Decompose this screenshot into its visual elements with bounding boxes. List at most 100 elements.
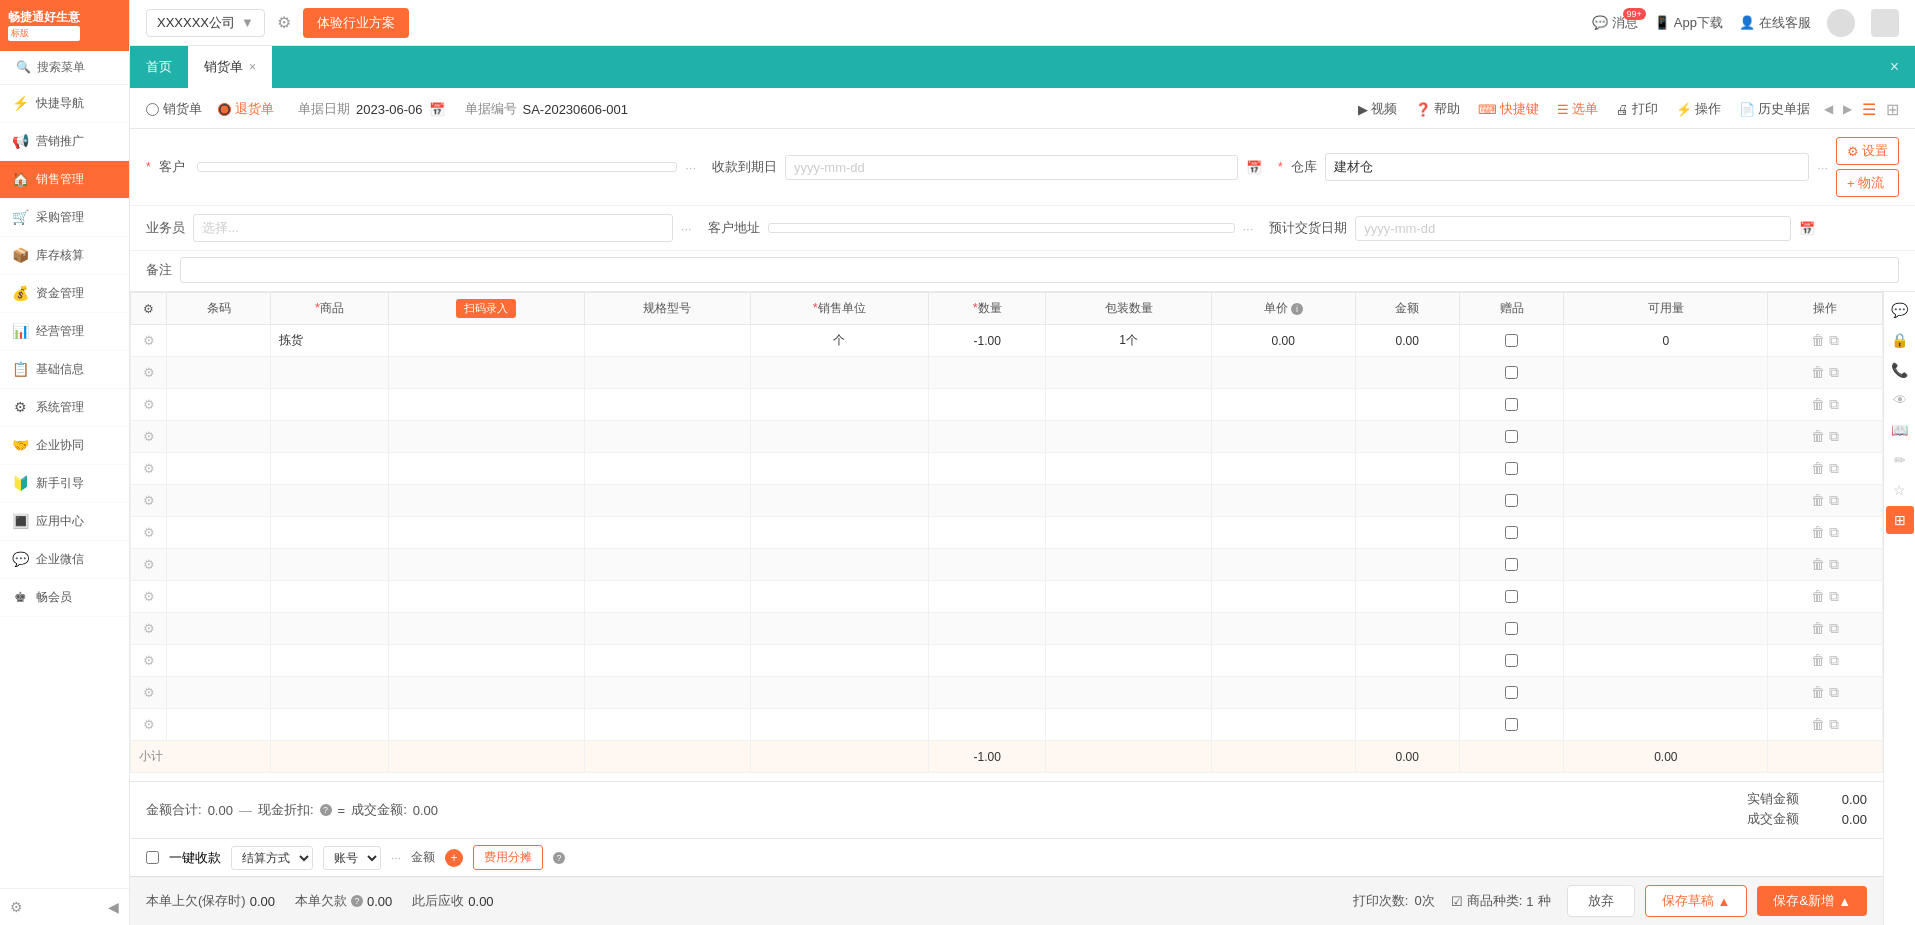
sidebar-item-basics[interactable]: 📋 基础信息 <box>0 351 129 389</box>
cell-unit[interactable] <box>750 581 929 613</box>
gift-checkbox[interactable] <box>1505 334 1518 347</box>
cell-barcode[interactable] <box>167 549 271 581</box>
gear-icon[interactable]: ⚙ <box>277 13 291 32</box>
save-new-button[interactable]: 保存&新增 ▲ <box>1757 886 1867 916</box>
cell-barcode[interactable] <box>167 645 271 677</box>
cell-gift[interactable] <box>1460 389 1564 421</box>
avatar-dropdown[interactable] <box>1871 9 1899 37</box>
cell-unit[interactable] <box>750 677 929 709</box>
toolbar-help[interactable]: ❓ 帮助 <box>1411 98 1464 120</box>
radio-return-order[interactable]: 退货单 <box>218 100 274 118</box>
expense-split-button[interactable]: 费用分摊 <box>473 845 543 870</box>
cell-product[interactable] <box>271 677 388 709</box>
cell-spec[interactable] <box>584 325 750 357</box>
copy-row-icon[interactable]: ⧉ <box>1829 428 1839 445</box>
delete-row-icon[interactable]: 🗑 <box>1811 364 1825 381</box>
cell-barcode[interactable] <box>167 677 271 709</box>
right-scan-icon[interactable]: ⊞ <box>1886 506 1914 534</box>
toolbar-print[interactable]: 🖨 打印 <box>1612 98 1662 120</box>
cell-product[interactable] <box>271 421 388 453</box>
cell-product[interactable] <box>271 549 388 581</box>
trial-button[interactable]: 体验行业方案 <box>303 8 409 38</box>
delete-row-icon[interactable]: 🗑 <box>1811 428 1825 445</box>
discount-info-icon[interactable]: ? <box>320 804 332 816</box>
copy-row-icon[interactable]: ⧉ <box>1829 556 1839 573</box>
sidebar-item-purchase-mgmt[interactable]: 🛒 采购管理 <box>0 199 129 237</box>
right-book-icon[interactable]: 📖 <box>1886 416 1914 444</box>
due-date-input[interactable]: yyyy-mm-dd <box>785 155 1238 180</box>
cell-product[interactable] <box>271 453 388 485</box>
copy-row-icon[interactable]: ⧉ <box>1829 524 1839 541</box>
warehouse-more-icon[interactable]: ··· <box>1817 160 1828 175</box>
customer-addr-input[interactable] <box>768 223 1235 233</box>
cell-gift[interactable] <box>1460 645 1564 677</box>
cell-quantity[interactable] <box>929 709 1046 741</box>
cell-barcode[interactable] <box>167 325 271 357</box>
cell-spec[interactable] <box>584 645 750 677</box>
cell-pkg-qty[interactable] <box>1046 357 1212 389</box>
cell-amount[interactable] <box>1355 453 1459 485</box>
cell-amount[interactable] <box>1355 389 1459 421</box>
delete-row-icon[interactable]: 🗑 <box>1811 684 1825 701</box>
expected-date-calendar-icon[interactable]: 📅 <box>1799 221 1815 236</box>
cell-unit-price[interactable] <box>1212 485 1356 517</box>
cell-barcode[interactable] <box>167 389 271 421</box>
cell-amount[interactable] <box>1355 677 1459 709</box>
cell-unit-price[interactable] <box>1212 613 1356 645</box>
tab-sales-order[interactable]: 销货单 × <box>188 46 272 88</box>
cell-gift[interactable] <box>1460 709 1564 741</box>
sidebar-item-sales-mgmt[interactable]: 🏠 销售管理 <box>0 161 129 199</box>
calc-method-select[interactable]: 结算方式 <box>231 846 313 870</box>
cell-quantity[interactable] <box>929 453 1046 485</box>
cell-barcode[interactable] <box>167 453 271 485</box>
copy-row-icon[interactable]: ⧉ <box>1829 492 1839 509</box>
gift-checkbox[interactable] <box>1505 494 1518 507</box>
search-menu[interactable]: 🔍 搜索菜单 <box>0 51 129 85</box>
settings-footer-icon[interactable]: ⚙ <box>10 899 23 915</box>
message-action[interactable]: 💬 消息 99+ <box>1592 14 1638 32</box>
sidebar-item-apps[interactable]: 🔳 应用中心 <box>0 503 129 541</box>
cell-pkg-qty[interactable] <box>1046 709 1212 741</box>
sidebar-item-enterprise[interactable]: 🤝 企业协同 <box>0 427 129 465</box>
add-payment-button[interactable]: + <box>445 849 463 867</box>
cell-amount[interactable] <box>1355 549 1459 581</box>
app-download-action[interactable]: 📱 App下载 <box>1654 14 1723 32</box>
expense-info-icon[interactable]: ? <box>553 852 565 864</box>
copy-row-icon[interactable]: ⧉ <box>1829 396 1839 413</box>
sidebar-item-operations[interactable]: 📊 经营管理 <box>0 313 129 351</box>
delete-row-icon[interactable]: 🗑 <box>1811 524 1825 541</box>
tab-home[interactable]: 首页 <box>130 46 188 88</box>
sidebar-item-guide[interactable]: 🔰 新手引导 <box>0 465 129 503</box>
cell-unit[interactable] <box>750 549 929 581</box>
sidebar-item-finance[interactable]: 💰 资金管理 <box>0 275 129 313</box>
gift-checkbox[interactable] <box>1505 462 1518 475</box>
toolbar-select[interactable]: ☰ 选单 <box>1553 98 1602 120</box>
cell-unit-price[interactable] <box>1212 709 1356 741</box>
cell-gift[interactable] <box>1460 421 1564 453</box>
cell-pkg-qty[interactable] <box>1046 613 1212 645</box>
gift-checkbox[interactable] <box>1505 718 1518 731</box>
cell-amount[interactable] <box>1355 709 1459 741</box>
gift-checkbox[interactable] <box>1505 526 1518 539</box>
cell-unit-price[interactable] <box>1212 453 1356 485</box>
cell-pkg-qty[interactable] <box>1046 421 1212 453</box>
cell-spec[interactable] <box>584 517 750 549</box>
cell-gift[interactable] <box>1460 517 1564 549</box>
cell-product[interactable]: 拣货 <box>271 325 388 357</box>
cell-gift[interactable] <box>1460 485 1564 517</box>
cell-product[interactable] <box>271 709 388 741</box>
salesperson-input[interactable]: 选择... <box>193 214 673 242</box>
gift-checkbox[interactable] <box>1505 430 1518 443</box>
cell-unit[interactable] <box>750 357 929 389</box>
account-select[interactable]: 账号 <box>323 846 381 870</box>
cell-amount[interactable] <box>1355 485 1459 517</box>
cell-unit[interactable] <box>750 645 929 677</box>
cell-barcode[interactable] <box>167 485 271 517</box>
delete-row-icon[interactable]: 🗑 <box>1811 332 1825 349</box>
cell-pkg-qty[interactable] <box>1046 645 1212 677</box>
cell-pkg-qty[interactable] <box>1046 677 1212 709</box>
tab-close-icon[interactable]: × <box>249 60 256 74</box>
remark-input[interactable] <box>180 257 1899 283</box>
cell-unit[interactable] <box>750 517 929 549</box>
th-settings[interactable]: ⚙ <box>131 293 167 325</box>
